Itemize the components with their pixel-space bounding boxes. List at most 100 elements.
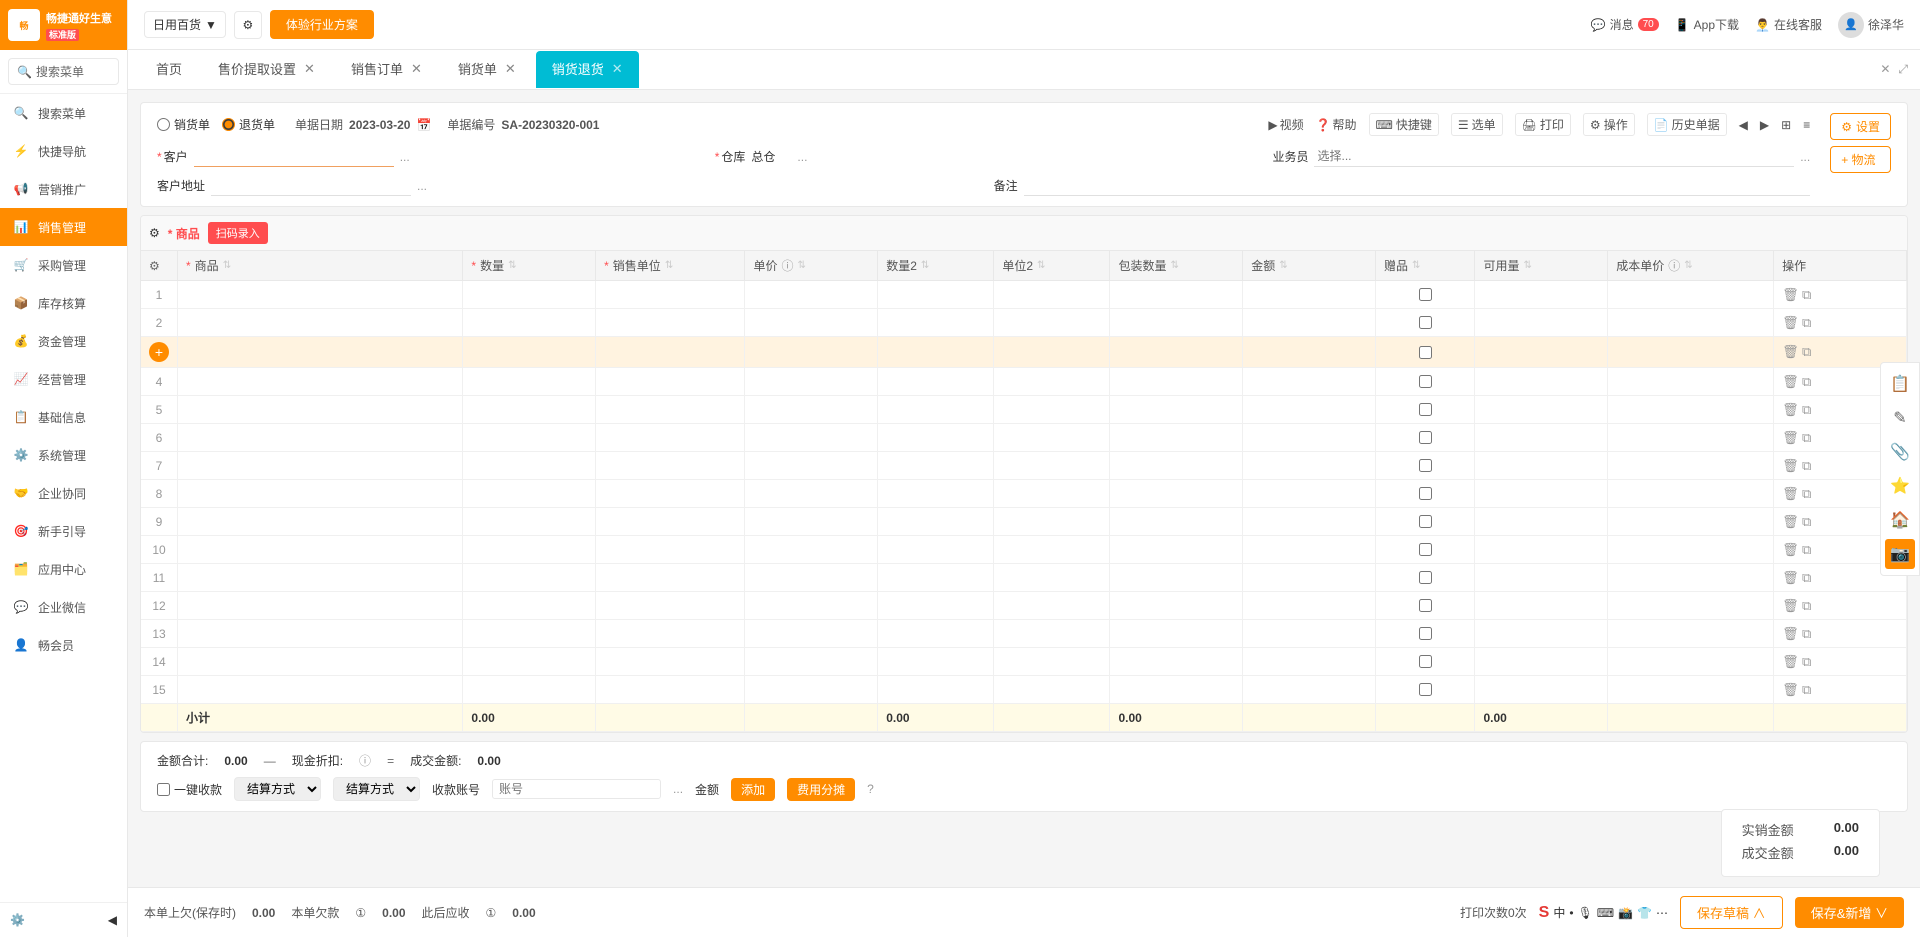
cell-sales-unit-13[interactable] [596,620,745,648]
collapse-icon[interactable]: ◀ [108,913,117,927]
prev-record-btn[interactable]: ◀ [1739,118,1748,132]
delete-row-14[interactable]: 🗑 [1782,654,1799,670]
right-panel-btn-4[interactable]: ⭐ [1885,471,1915,501]
cell-available-14[interactable] [1475,648,1608,676]
delete-row-6[interactable]: 🗑 [1782,430,1799,446]
cell-amount-12[interactable] [1243,592,1376,620]
cell-product-3[interactable] [178,337,463,368]
cell-amount-3[interactable] [1243,337,1376,368]
cell-package-qty-3[interactable] [1110,337,1243,368]
sort-gift-icon[interactable]: ⇅ [1412,260,1420,271]
tab-sales-order[interactable]: 销售订单✕ [335,51,438,88]
cell-sales-unit-5[interactable] [596,396,745,424]
cell-sales-unit-10[interactable] [596,536,745,564]
cell-cost-price-4[interactable] [1608,368,1774,396]
cell-package-qty-8[interactable] [1110,480,1243,508]
cell-amount-11[interactable] [1243,564,1376,592]
cell-sales-unit-9[interactable] [596,508,745,536]
gift-checkbox-11[interactable] [1419,571,1432,584]
cell-available-9[interactable] [1475,508,1608,536]
delete-row-7[interactable]: 🗑 [1782,458,1799,474]
scan-button[interactable]: 扫码录入 [208,222,268,244]
product-input[interactable] [186,345,454,359]
copy-row-10[interactable]: ⧉ [1802,542,1811,558]
cell-unit2-7[interactable] [994,452,1110,480]
cell-quantity2-2[interactable] [878,309,994,337]
copy-row-3[interactable]: ⧉ [1802,344,1811,360]
cell-unit2-12[interactable] [994,592,1110,620]
cell-cost-price-10[interactable] [1608,536,1774,564]
save-new-btn[interactable]: 保存&新增 ∨ [1795,897,1904,928]
cell-product-15[interactable] [178,676,463,704]
cell-package-qty-12[interactable] [1110,592,1243,620]
gift-checkbox-10[interactable] [1419,543,1432,556]
gift-checkbox-9[interactable] [1419,515,1432,528]
cell-quantity2-11[interactable] [878,564,994,592]
app-download-btn[interactable]: 📱 App下载 [1675,16,1739,33]
warehouse-more[interactable]: ... [797,150,807,164]
table-settings-icon[interactable]: ⚙ [149,226,160,240]
experience-btn[interactable]: 体验行业方案 [270,10,374,39]
delete-row-9[interactable]: 🗑 [1782,514,1799,530]
cell-package-qty-6[interactable] [1110,424,1243,452]
cell-unit-price-15[interactable] [745,676,878,704]
cell-quantity2-1[interactable] [878,281,994,309]
cell-product-12[interactable] [178,592,463,620]
sort-qty2-icon[interactable]: ⇅ [921,260,929,271]
bottom-icon-6[interactable]: 👕 [1637,906,1652,920]
cell-quantity-15[interactable] [463,676,596,704]
cell-gift-4[interactable] [1375,368,1475,396]
copy-row-13[interactable]: ⧉ [1802,626,1811,642]
save-draft-btn[interactable]: 保存草稿 ∧ [1680,896,1783,929]
cell-amount-6[interactable] [1243,424,1376,452]
cell-cost-price-8[interactable] [1608,480,1774,508]
sidebar-item-inventory[interactable]: 📦库存核算 [0,284,127,322]
delete-row-12[interactable]: 🗑 [1782,598,1799,614]
right-panel-btn-1[interactable]: 📋 [1885,369,1915,399]
copy-row-12[interactable]: ⧉ [1802,598,1811,614]
sidebar-item-newbie[interactable]: 🎯新手引导 [0,512,127,550]
cell-quantity-13[interactable] [463,620,596,648]
bottom-icon-7[interactable]: ⋯ [1656,906,1668,920]
cell-unit-price-13[interactable] [745,620,878,648]
cell-package-qty-9[interactable] [1110,508,1243,536]
help-btn[interactable]: ❓ 帮助 [1316,116,1357,133]
grid-view-btn[interactable]: ⊞ [1781,118,1791,132]
sort-qty-icon[interactable]: ⇅ [508,260,516,271]
cell-quantity2-12[interactable] [878,592,994,620]
copy-row-6[interactable]: ⧉ [1802,430,1811,446]
cell-package-qty-1[interactable] [1110,281,1243,309]
address-more[interactable]: ... [417,179,427,193]
cell-cost-price-3[interactable] [1608,337,1774,368]
sort-unit2-icon[interactable]: ⇅ [1037,260,1045,271]
gift-checkbox-15[interactable] [1419,683,1432,696]
cell-quantity2-4[interactable] [878,368,994,396]
cell-quantity2-8[interactable] [878,480,994,508]
sidebar-item-search[interactable]: 🔍搜索菜单 [0,94,127,132]
cell-cost-price-13[interactable] [1608,620,1774,648]
cell-gift-1[interactable] [1375,281,1475,309]
cell-cost-price-2[interactable] [1608,309,1774,337]
customer-input[interactable] [194,146,394,167]
cell-product-5[interactable] [178,396,463,424]
right-panel-btn-3[interactable]: 📎 [1885,437,1915,467]
cell-product-7[interactable] [178,452,463,480]
cell-product-8[interactable] [178,480,463,508]
gift-checkbox-7[interactable] [1419,459,1432,472]
cell-quantity2-5[interactable] [878,396,994,424]
add-row-btn[interactable]: + [149,342,169,362]
sidebar-item-purchase[interactable]: 🛒采购管理 [0,246,127,284]
delete-row-3[interactable]: 🗑 [1782,344,1799,360]
delete-row-5[interactable]: 🗑 [1782,402,1799,418]
cell-unit-price-10[interactable] [745,536,878,564]
cell-unit-price-5[interactable] [745,396,878,424]
settlement-method-select[interactable]: 结算方式 [234,777,321,801]
cell-amount-15[interactable] [1243,676,1376,704]
gift-checkbox-1[interactable] [1419,288,1432,301]
cell-cost-price-1[interactable] [1608,281,1774,309]
cell-available-1[interactable] [1475,281,1608,309]
cell-amount-5[interactable] [1243,396,1376,424]
cell-quantity2-3[interactable] [878,337,994,368]
sidebar-item-wechat[interactable]: 💬企业微信 [0,588,127,626]
cell-gift-9[interactable] [1375,508,1475,536]
